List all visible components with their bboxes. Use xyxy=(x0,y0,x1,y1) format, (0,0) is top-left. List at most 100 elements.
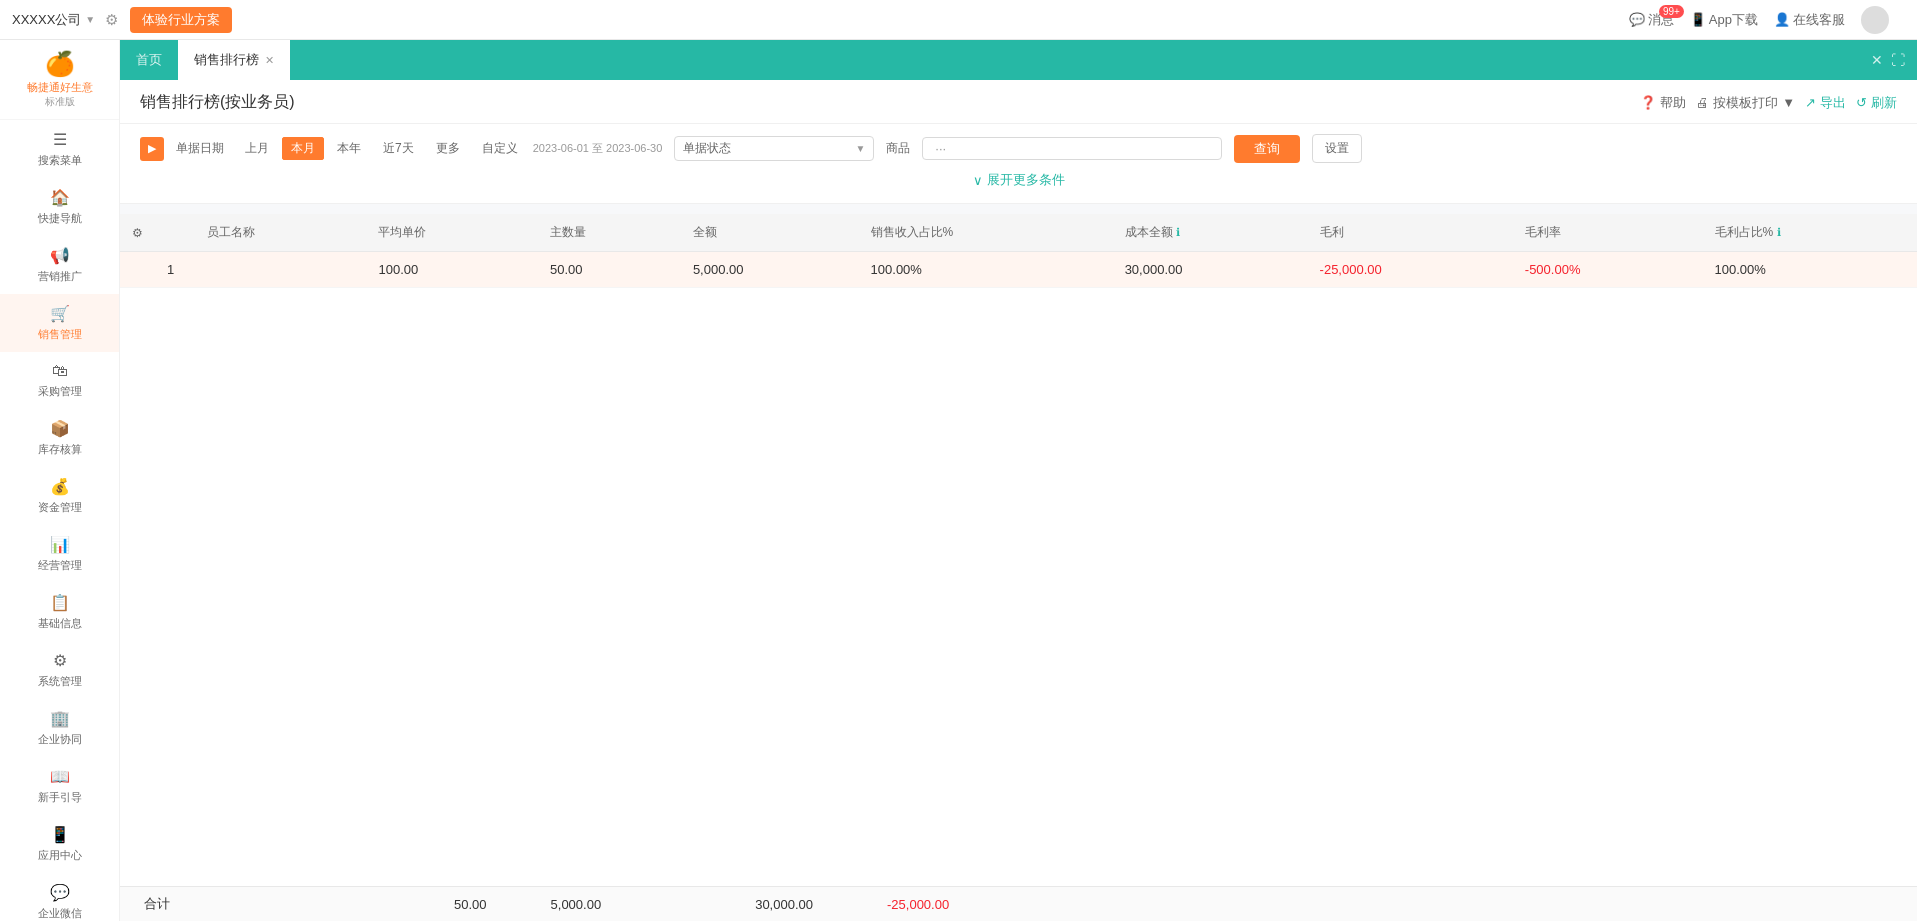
appstore-icon: 📱 xyxy=(50,825,70,844)
date-tabs: 上月 本月 本年 近7天 更多 自定义 2023-06-01 至 2023-06… xyxy=(236,137,662,160)
finance-icon: 💰 xyxy=(50,477,70,496)
help-btn[interactable]: ❓ 帮助 xyxy=(1640,94,1686,112)
goods-select[interactable]: ··· xyxy=(922,137,1222,160)
sidebar-item-finance[interactable]: 💰 资金管理 xyxy=(0,467,119,525)
app-icon: 📱 xyxy=(1690,12,1706,27)
company-selector[interactable]: XXXXX公司 ▼ xyxy=(12,11,95,29)
col-header-rank xyxy=(155,214,195,252)
company-chevron-icon: ▼ xyxy=(85,14,95,25)
sidebar-item-enterprise[interactable]: 🏢 企业协同 xyxy=(0,699,119,757)
sidebar-item-wechat[interactable]: 💬 企业微信 xyxy=(0,873,119,921)
tab-bar: 首页 销售排行榜 ✕ ✕ ⛶ xyxy=(120,40,1917,80)
company-settings-icon[interactable]: ⚙ xyxy=(105,11,118,29)
status-select[interactable]: 单据状态 ▼ xyxy=(674,136,874,161)
sidebar-item-sales[interactable]: 🛒 销售管理 xyxy=(0,294,119,352)
date-tab-current-month[interactable]: 本月 xyxy=(282,137,324,160)
table-wrapper: ⚙ 员工名称 平均单价 主数量 全额 销售收入占比% 成本全额 ℹ 毛利 毛利率… xyxy=(120,214,1917,886)
settings-filter-btn[interactable]: 设置 xyxy=(1312,134,1362,163)
message-icon: 💬 xyxy=(1629,12,1645,27)
col-header-profit: 毛利 xyxy=(1308,214,1513,252)
date-tab-more[interactable]: 更多 xyxy=(427,137,469,160)
tab-close-all-icon[interactable]: ✕ xyxy=(1871,52,1883,68)
footer-profit: -25,000.00 xyxy=(875,897,961,912)
top-bar: XXXXX公司 ▼ ⚙ 体验行业方案 💬 消息 99+ 📱 App下载 👤 在线… xyxy=(0,0,1917,40)
print-icon: 🖨 xyxy=(1696,95,1709,110)
footer-cost: 30,000.00 xyxy=(743,897,825,912)
sidebar-item-label: 库存核算 xyxy=(38,442,82,457)
date-tab-current-year[interactable]: 本年 xyxy=(328,137,370,160)
sidebar-item-search[interactable]: ☰ 搜索菜单 xyxy=(0,120,119,178)
export-label: 导出 xyxy=(1820,94,1846,112)
page-title: 销售排行榜(按业务员) xyxy=(140,92,295,113)
expand-more-label: 展开更多条件 xyxy=(987,171,1065,189)
page-content: 销售排行榜(按业务员) ❓ 帮助 🖨 按模板打印 ▼ ↗ xyxy=(120,80,1917,921)
expand-arrow-icon: ▶ xyxy=(148,142,156,155)
sidebar-item-label: 搜索菜单 xyxy=(38,153,82,168)
sidebar-logo: 🍊 畅捷通好生意 标准版 xyxy=(0,40,119,120)
sidebar-item-inventory[interactable]: 📦 库存核算 xyxy=(0,409,119,467)
footer-amount: 5,000.00 xyxy=(539,897,614,912)
sidebar-item-label: 应用中心 xyxy=(38,848,82,863)
tab-close-icon[interactable]: ✕ xyxy=(265,54,274,67)
app-download-btn[interactable]: 📱 App下载 xyxy=(1690,11,1758,29)
filter-expand-btn[interactable]: ▶ xyxy=(140,137,164,161)
sidebar-item-operation[interactable]: 📊 经营管理 xyxy=(0,525,119,583)
col-header-avg-price: 平均单价 xyxy=(366,214,537,252)
online-service-btn[interactable]: 👤 在线客服 xyxy=(1774,11,1845,29)
service-icon: 👤 xyxy=(1774,12,1790,27)
date-tab-prev-month[interactable]: 上月 xyxy=(236,137,278,160)
sidebar-item-newbie[interactable]: 📖 新手引导 xyxy=(0,757,119,815)
tab-sales-rank[interactable]: 销售排行榜 ✕ xyxy=(178,40,290,80)
sidebar-item-quick-nav[interactable]: 🏠 快捷导航 xyxy=(0,178,119,236)
cost-info-icon: ℹ xyxy=(1176,226,1180,238)
avatar[interactable] xyxy=(1861,6,1889,34)
refresh-icon: ↺ xyxy=(1856,95,1867,110)
row-rank: 1 xyxy=(155,252,195,288)
col-header-profit-pct: 毛利占比% ℹ xyxy=(1703,214,1917,252)
sales-icon: 🛒 xyxy=(50,304,70,323)
tab-restore-icon[interactable]: ⛶ xyxy=(1891,52,1905,68)
row-qty: 50.00 xyxy=(538,252,681,288)
service-label: 在线客服 xyxy=(1793,11,1845,29)
filter-bar: ▶ 单据日期 上月 本月 本年 近7天 更多 自定义 2023-06-01 至 … xyxy=(120,124,1917,204)
logo-icon: 🍊 xyxy=(45,50,75,78)
page-actions: ❓ 帮助 🖨 按模板打印 ▼ ↗ 导出 ↺ xyxy=(1640,94,1897,112)
profit-pct-info-icon: ℹ xyxy=(1777,226,1781,238)
expand-more-btn[interactable]: ∨ 展开更多条件 xyxy=(140,163,1897,193)
print-btn[interactable]: 🖨 按模板打印 ▼ xyxy=(1696,94,1795,112)
sidebar-item-appstore[interactable]: 📱 应用中心 xyxy=(0,815,119,873)
trial-btn[interactable]: 体验行业方案 xyxy=(130,7,232,33)
sidebar-item-label: 采购管理 xyxy=(38,384,82,399)
footer-label: 合计 xyxy=(132,895,182,913)
sidebar-item-purchase[interactable]: 🛍 采购管理 xyxy=(0,352,119,409)
filter-row-1: ▶ 单据日期 上月 本月 本年 近7天 更多 自定义 2023-06-01 至 … xyxy=(140,134,1897,163)
purchase-icon: 🛍 xyxy=(52,362,68,380)
row-name xyxy=(195,252,366,288)
col-header-settings[interactable]: ⚙ xyxy=(120,214,155,252)
inventory-icon: 📦 xyxy=(50,419,70,438)
tab-home[interactable]: 首页 xyxy=(120,40,178,80)
refresh-btn[interactable]: ↺ 刷新 xyxy=(1856,94,1897,112)
date-tab-7days[interactable]: 近7天 xyxy=(374,137,423,160)
sidebar-item-basic[interactable]: 📋 基础信息 xyxy=(0,583,119,641)
print-label: 按模板打印 xyxy=(1713,94,1778,112)
logo-name: 畅捷通好生意 xyxy=(27,80,93,95)
tab-home-label: 首页 xyxy=(136,51,162,69)
message-btn[interactable]: 💬 消息 99+ xyxy=(1629,11,1674,29)
sidebar-item-label: 系统管理 xyxy=(38,674,82,689)
sidebar: 🍊 畅捷通好生意 标准版 ☰ 搜索菜单 🏠 快捷导航 📢 营销推广 🛒 销售管理… xyxy=(0,40,120,921)
marketing-icon: 📢 xyxy=(50,246,70,265)
date-tab-custom[interactable]: 自定义 xyxy=(473,137,527,160)
sidebar-item-label: 企业协同 xyxy=(38,732,82,747)
sidebar-item-system[interactable]: ⚙ 系统管理 xyxy=(0,641,119,699)
export-btn[interactable]: ↗ 导出 xyxy=(1805,94,1846,112)
sidebar-item-marketing[interactable]: 📢 营销推广 xyxy=(0,236,119,294)
sidebar-item-label: 新手引导 xyxy=(38,790,82,805)
operation-icon: 📊 xyxy=(50,535,70,554)
sidebar-item-label: 销售管理 xyxy=(38,327,82,342)
query-btn[interactable]: 查询 xyxy=(1234,135,1300,163)
goods-more-icon: ··· xyxy=(935,141,946,156)
row-profit-rate: -500.00% xyxy=(1513,252,1703,288)
search-menu-icon: ☰ xyxy=(53,130,67,149)
row-avg-price: 100.00 xyxy=(366,252,537,288)
